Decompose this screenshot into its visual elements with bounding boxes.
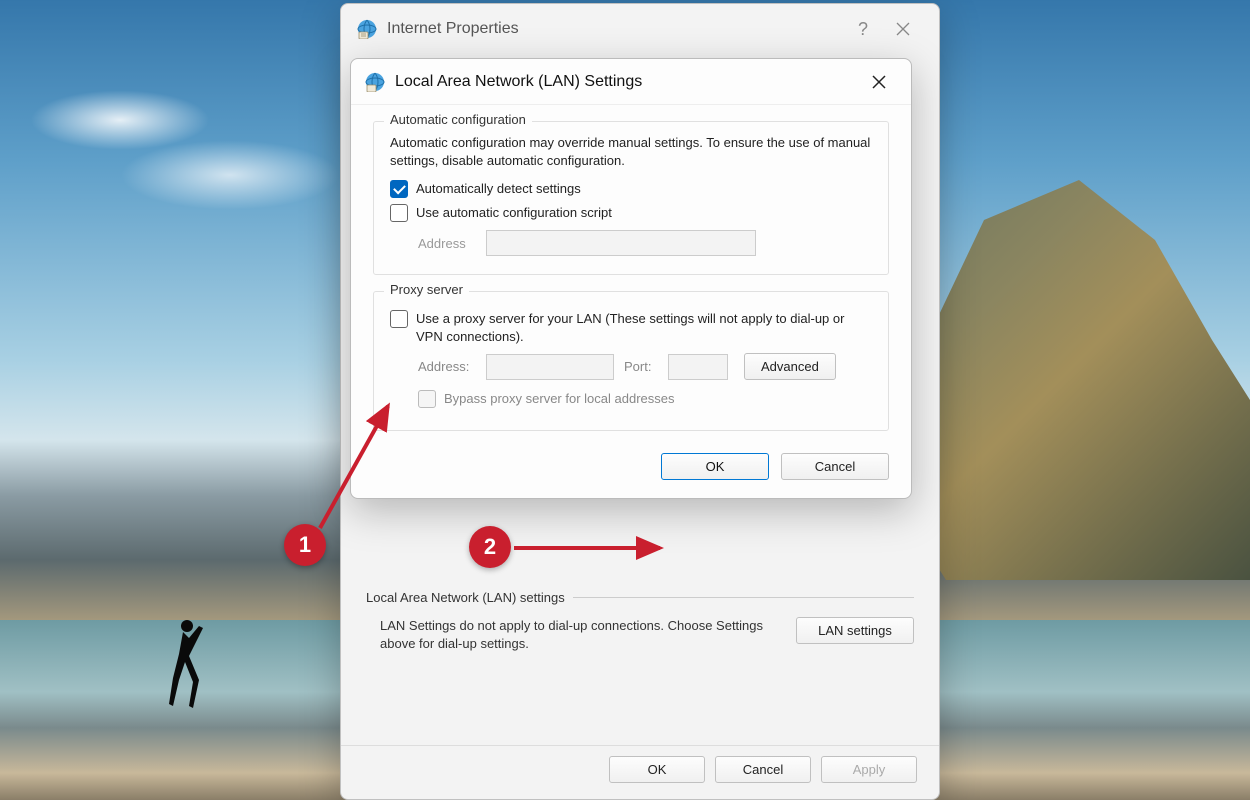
proxy-port-input[interactable] [668,354,728,380]
use-script-checkbox[interactable] [390,204,408,222]
script-address-input[interactable] [486,230,756,256]
lan-section-description: LAN Settings do not apply to dial-up con… [380,617,776,652]
proxy-address-label: Address: [418,359,476,374]
lan-settings-section: Local Area Network (LAN) settings LAN Se… [366,590,914,652]
use-script-label: Use automatic configuration script [416,204,612,222]
close-button[interactable] [883,9,923,49]
advanced-button[interactable]: Advanced [744,353,836,380]
parent-window-title: Internet Properties [387,20,843,38]
auto-config-description: Automatic configuration may override man… [390,134,872,170]
parent-ok-button[interactable]: OK [609,756,705,783]
internet-options-icon [365,72,385,92]
ok-button[interactable]: OK [661,453,769,480]
lan-settings-dialog: Local Area Network (LAN) Settings Automa… [350,58,912,499]
proxy-port-label: Port: [624,359,658,374]
runner-silhouette [165,618,205,708]
internet-options-icon [357,19,377,39]
bypass-local-checkbox[interactable] [418,390,436,408]
auto-detect-label: Automatically detect settings [416,180,581,198]
annotation-badge-2: 2 [469,526,511,568]
lan-section-title: Local Area Network (LAN) settings [366,590,565,605]
cloud-decoration [30,90,210,150]
auto-config-legend: Automatic configuration [384,112,532,127]
parent-cancel-button[interactable]: Cancel [715,756,811,783]
proxy-server-group: Proxy server Use a proxy server for your… [373,291,889,431]
lan-dialog-titlebar[interactable]: Local Area Network (LAN) Settings [351,59,911,105]
lan-dialog-button-row: OK Cancel [373,447,889,480]
auto-detect-checkbox[interactable] [390,180,408,198]
lan-dialog-title: Local Area Network (LAN) Settings [395,73,861,91]
cancel-button[interactable]: Cancel [781,453,889,480]
bypass-local-label: Bypass proxy server for local addresses [444,390,674,408]
proxy-legend: Proxy server [384,282,469,297]
parent-titlebar[interactable]: Internet Properties ? [341,4,939,54]
lan-settings-button[interactable]: LAN settings [796,617,914,644]
script-address-label: Address [418,236,476,251]
parent-button-row: OK Cancel Apply [341,745,939,783]
help-button[interactable]: ? [843,9,883,49]
use-proxy-checkbox[interactable] [390,310,408,328]
parent-apply-button[interactable]: Apply [821,756,917,783]
annotation-badge-1: 1 [284,524,326,566]
close-button[interactable] [861,64,897,100]
cloud-decoration [120,140,340,210]
use-proxy-label: Use a proxy server for your LAN (These s… [416,310,872,345]
proxy-address-input[interactable] [486,354,614,380]
automatic-configuration-group: Automatic configuration Automatic config… [373,121,889,275]
divider [573,597,914,598]
